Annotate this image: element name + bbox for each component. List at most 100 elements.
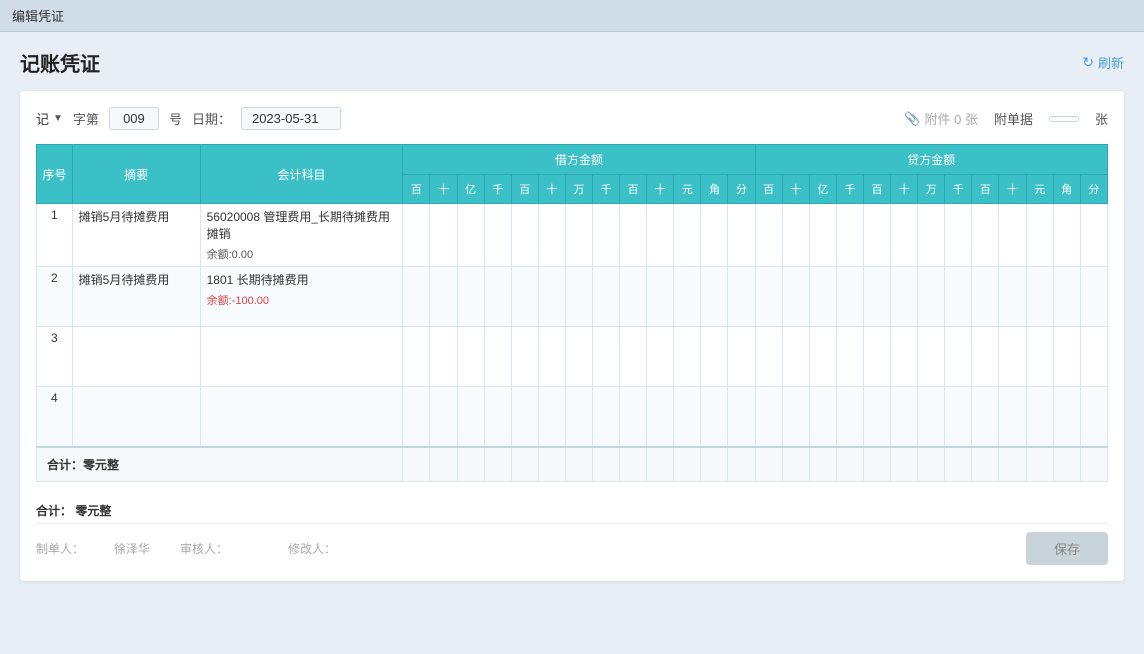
row-debit-0-12[interactable]: [728, 204, 755, 267]
row-credit-1-3[interactable]: [836, 267, 863, 327]
row-debit-2-4[interactable]: [511, 327, 538, 387]
row-debit-0-11[interactable]: [701, 204, 728, 267]
row-debit-0-6[interactable]: [565, 204, 592, 267]
row-credit-0-5[interactable]: [891, 204, 918, 267]
row-debit-1-3[interactable]: [484, 267, 511, 327]
row-debit-1-1[interactable]: [430, 267, 457, 327]
row-credit-2-0[interactable]: [755, 327, 782, 387]
row-debit-3-3[interactable]: [484, 387, 511, 447]
row-credit-2-5[interactable]: [891, 327, 918, 387]
row-credit-1-10[interactable]: [1026, 267, 1053, 327]
row-credit-3-8[interactable]: [972, 387, 999, 447]
row-debit-0-7[interactable]: [593, 204, 620, 267]
row-credit-2-12[interactable]: [1080, 327, 1107, 387]
row-debit-3-4[interactable]: [511, 387, 538, 447]
row-account-1[interactable]: 1801 长期待摊费用余额:-100.00: [200, 267, 403, 327]
row-credit-1-0[interactable]: [755, 267, 782, 327]
row-debit-0-2[interactable]: [457, 204, 484, 267]
row-credit-3-11[interactable]: [1053, 387, 1080, 447]
row-credit-2-3[interactable]: [836, 327, 863, 387]
row-debit-2-1[interactable]: [430, 327, 457, 387]
row-debit-2-0[interactable]: [403, 327, 430, 387]
row-debit-1-8[interactable]: [620, 267, 647, 327]
row-debit-2-9[interactable]: [647, 327, 674, 387]
row-credit-0-0[interactable]: [755, 204, 782, 267]
row-debit-3-8[interactable]: [620, 387, 647, 447]
row-credit-0-1[interactable]: [782, 204, 809, 267]
row-credit-1-1[interactable]: [782, 267, 809, 327]
row-credit-0-7[interactable]: [945, 204, 972, 267]
row-account-0[interactable]: 56020008 管理费用_长期待摊费用摊销余额:0.00: [200, 204, 403, 267]
row-credit-1-6[interactable]: [918, 267, 945, 327]
table-row[interactable]: 2摊销5月待摊费用1801 长期待摊费用余额:-100.00: [37, 267, 1108, 327]
row-debit-1-2[interactable]: [457, 267, 484, 327]
row-credit-3-0[interactable]: [755, 387, 782, 447]
row-credit-1-11[interactable]: [1053, 267, 1080, 327]
dropdown-arrow-icon[interactable]: ▼: [53, 113, 63, 124]
row-debit-2-12[interactable]: [728, 327, 755, 387]
row-credit-3-9[interactable]: [999, 387, 1026, 447]
table-row[interactable]: 3: [37, 327, 1108, 387]
row-debit-1-7[interactable]: [593, 267, 620, 327]
attach-count-field[interactable]: [1049, 116, 1079, 122]
row-account-2[interactable]: [200, 327, 403, 387]
row-credit-3-12[interactable]: [1080, 387, 1107, 447]
row-debit-3-5[interactable]: [538, 387, 565, 447]
row-credit-1-7[interactable]: [945, 267, 972, 327]
row-credit-2-11[interactable]: [1053, 327, 1080, 387]
row-credit-3-4[interactable]: [863, 387, 890, 447]
row-credit-2-4[interactable]: [863, 327, 890, 387]
row-credit-0-12[interactable]: [1080, 204, 1107, 267]
row-debit-2-3[interactable]: [484, 327, 511, 387]
row-credit-0-4[interactable]: [863, 204, 890, 267]
row-credit-1-8[interactable]: [972, 267, 999, 327]
row-credit-0-9[interactable]: [999, 204, 1026, 267]
date-field[interactable]: 2023-05-31: [241, 107, 341, 130]
row-credit-3-7[interactable]: [945, 387, 972, 447]
refresh-button[interactable]: ↻ 刷新: [1082, 53, 1124, 72]
row-credit-1-9[interactable]: [999, 267, 1026, 327]
voucher-number-field[interactable]: 009: [109, 107, 159, 130]
row-credit-1-4[interactable]: [863, 267, 890, 327]
attach-single-label[interactable]: 附单据: [994, 109, 1033, 128]
row-debit-0-4[interactable]: [511, 204, 538, 267]
row-debit-3-11[interactable]: [701, 387, 728, 447]
row-debit-1-10[interactable]: [674, 267, 701, 327]
row-debit-3-1[interactable]: [430, 387, 457, 447]
row-debit-2-11[interactable]: [701, 327, 728, 387]
row-debit-0-5[interactable]: [538, 204, 565, 267]
row-debit-0-10[interactable]: [674, 204, 701, 267]
row-summary-3[interactable]: [72, 387, 200, 447]
table-row[interactable]: 4: [37, 387, 1108, 447]
row-credit-1-5[interactable]: [891, 267, 918, 327]
row-credit-0-11[interactable]: [1053, 204, 1080, 267]
row-credit-2-9[interactable]: [999, 327, 1026, 387]
row-debit-3-2[interactable]: [457, 387, 484, 447]
row-credit-2-7[interactable]: [945, 327, 972, 387]
row-debit-0-1[interactable]: [430, 204, 457, 267]
row-debit-1-9[interactable]: [647, 267, 674, 327]
row-debit-2-2[interactable]: [457, 327, 484, 387]
row-credit-0-3[interactable]: [836, 204, 863, 267]
save-button[interactable]: 保存: [1026, 532, 1108, 565]
row-summary-0[interactable]: 摊销5月待摊费用: [72, 204, 200, 267]
row-credit-3-10[interactable]: [1026, 387, 1053, 447]
row-debit-1-5[interactable]: [538, 267, 565, 327]
row-credit-2-1[interactable]: [782, 327, 809, 387]
row-account-3[interactable]: [200, 387, 403, 447]
row-debit-0-9[interactable]: [647, 204, 674, 267]
row-debit-1-0[interactable]: [403, 267, 430, 327]
row-debit-2-6[interactable]: [565, 327, 592, 387]
row-credit-0-6[interactable]: [918, 204, 945, 267]
row-debit-3-7[interactable]: [593, 387, 620, 447]
row-credit-3-2[interactable]: [809, 387, 836, 447]
row-debit-1-6[interactable]: [565, 267, 592, 327]
table-row[interactable]: 1摊销5月待摊费用56020008 管理费用_长期待摊费用摊销余额:0.00: [37, 204, 1108, 267]
row-debit-1-4[interactable]: [511, 267, 538, 327]
row-credit-1-12[interactable]: [1080, 267, 1107, 327]
row-credit-0-2[interactable]: [809, 204, 836, 267]
row-credit-2-2[interactable]: [809, 327, 836, 387]
row-debit-3-12[interactable]: [728, 387, 755, 447]
row-debit-2-8[interactable]: [620, 327, 647, 387]
row-credit-3-1[interactable]: [782, 387, 809, 447]
